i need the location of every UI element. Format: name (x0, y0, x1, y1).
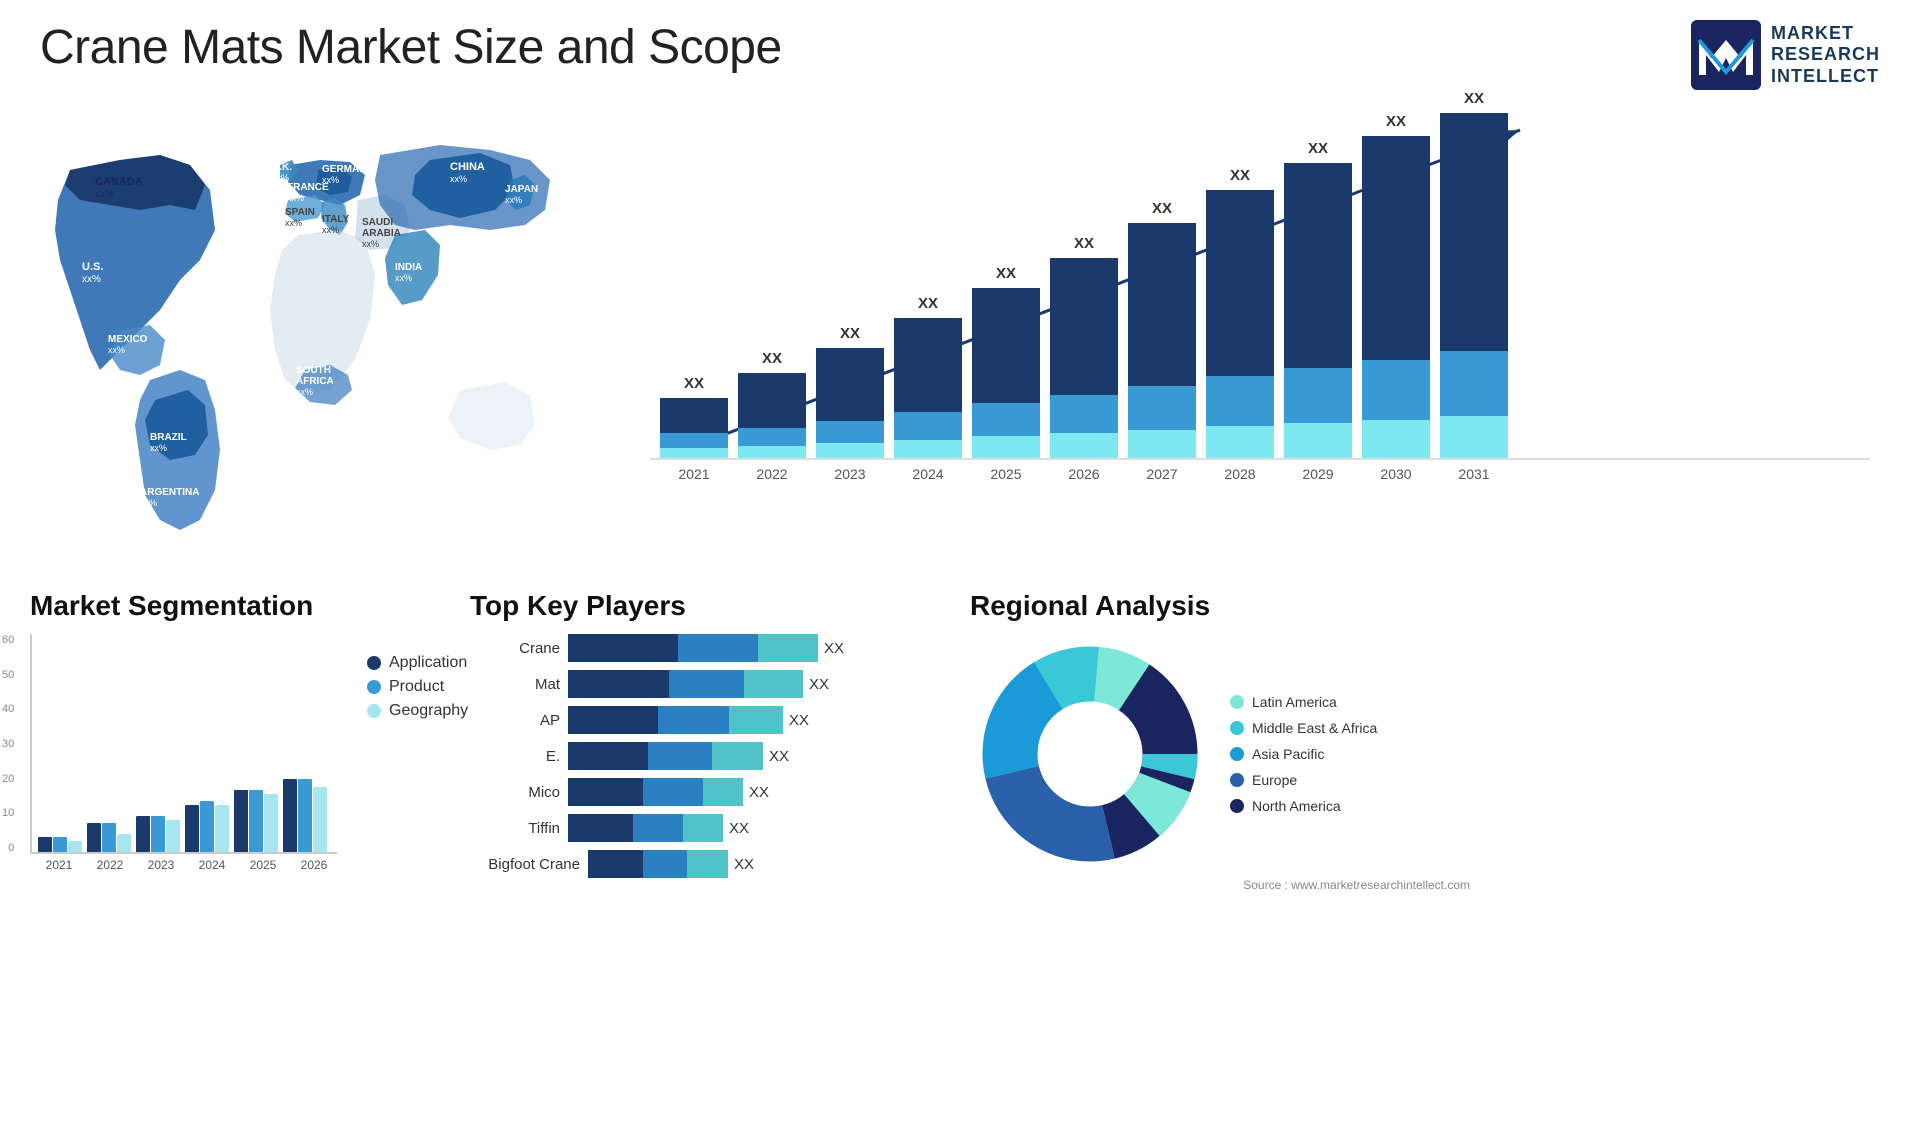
legend-europe: Europe (1230, 772, 1377, 788)
bar-2025: XX (972, 265, 1040, 458)
bar-2022: XX (738, 350, 806, 458)
player-row-mico: Mico XX (470, 778, 950, 806)
seg-group-2022 (87, 823, 131, 852)
bar-2031: XX (1440, 90, 1508, 458)
bar-2021: XX (660, 375, 728, 458)
logo-icon (1691, 20, 1761, 90)
svg-text:GERMANY: GERMANY (322, 164, 373, 175)
legend-product: Product (367, 678, 468, 696)
segmentation-section: Market Segmentation 60 50 40 30 20 10 0 (30, 590, 450, 872)
regional-section: Regional Analysis Latin America (970, 590, 1490, 892)
svg-text:xx%: xx% (287, 193, 304, 203)
player-row-mat: Mat XX (470, 670, 950, 698)
svg-text:xx%: xx% (322, 175, 339, 185)
player-row-e: E. XX (470, 742, 950, 770)
bar-2026: XX (1050, 235, 1118, 458)
main-grid: CANADA xx% U.S. xx% MEXICO xx% BRAZIL xx… (0, 100, 1920, 580)
legend-dot-product (367, 680, 381, 694)
svg-text:AFRICA: AFRICA (296, 376, 334, 387)
donut-legend: Latin America Middle East & Africa Asia … (1230, 694, 1377, 814)
svg-text:BRAZIL: BRAZIL (150, 432, 187, 443)
seg-y-axis: 60 50 40 30 20 10 0 (2, 634, 14, 854)
bar-2024: XX (894, 295, 962, 458)
source-text: Source : www.marketresearchintellect.com (970, 878, 1490, 892)
seg-bar-app (38, 837, 52, 852)
svg-text:ARABIA: ARABIA (362, 228, 401, 239)
svg-text:JAPAN: JAPAN (505, 184, 538, 195)
legend-application: Application (367, 654, 468, 672)
seg-bars (30, 634, 337, 854)
growth-chart-section: XX XX XX (620, 100, 1900, 580)
legend-north-america: North America (1230, 798, 1377, 814)
legend-middle-east-africa: Middle East & Africa (1230, 720, 1377, 736)
legend-geography: Geography (367, 702, 468, 720)
svg-text:xx%: xx% (395, 273, 412, 283)
seg-group-2023 (136, 816, 180, 852)
svg-text:xx%: xx% (150, 443, 167, 453)
svg-text:xx%: xx% (108, 345, 125, 355)
svg-text:xx%: xx% (322, 225, 339, 235)
legend-dot-application (367, 656, 381, 670)
bottom-grid: Market Segmentation 60 50 40 30 20 10 0 (0, 580, 1920, 902)
svg-text:xx%: xx% (450, 174, 467, 184)
svg-text:xx%: xx% (296, 387, 313, 397)
svg-text:SOUTH: SOUTH (296, 365, 331, 376)
seg-legend: Application Product Geography (367, 654, 468, 872)
world-map: CANADA xx% U.S. xx% MEXICO xx% BRAZIL xx… (40, 110, 600, 570)
svg-text:SAUDI: SAUDI (362, 217, 393, 228)
player-row-ap: AP XX (470, 706, 950, 734)
legend-latin-america: Latin America (1230, 694, 1377, 710)
svg-text:xx%: xx% (285, 218, 302, 228)
svg-text:INDIA: INDIA (395, 262, 422, 273)
svg-text:ITALY: ITALY (322, 214, 350, 225)
svg-text:CANADA: CANADA (95, 176, 143, 188)
seg-group-2025 (234, 790, 278, 852)
legend-asia-pacific: Asia Pacific (1230, 746, 1377, 762)
player-row-tiffin: Tiffin XX (470, 814, 950, 842)
svg-text:xx%: xx% (82, 274, 101, 285)
svg-text:SPAIN: SPAIN (285, 207, 315, 218)
svg-text:ARGENTINA: ARGENTINA (140, 487, 199, 498)
svg-text:MEXICO: MEXICO (108, 334, 148, 345)
players-section: Top Key Players Crane XX Mat (470, 590, 950, 886)
donut-chart (970, 634, 1210, 874)
legend-dot-geography (367, 704, 381, 718)
svg-text:xx%: xx% (140, 498, 157, 508)
svg-text:U.K.: U.K. (272, 162, 292, 173)
seg-group-2024 (185, 801, 229, 852)
player-row-bigfoot: Bigfoot Crane XX (470, 850, 950, 878)
segmentation-title: Market Segmentation (30, 590, 450, 622)
svg-text:xx%: xx% (95, 189, 114, 200)
bar-2029: XX (1284, 140, 1352, 458)
donut-container: Latin America Middle East & Africa Asia … (970, 634, 1490, 874)
seg-group-2021 (38, 837, 82, 852)
seg-x-labels: 2021 2022 2023 2024 2025 2026 (30, 858, 337, 872)
logo-text: MARKET RESEARCH INTELLECT (1771, 23, 1880, 88)
players-title: Top Key Players (470, 590, 950, 622)
map-section: CANADA xx% U.S. xx% MEXICO xx% BRAZIL xx… (20, 100, 620, 580)
x-axis-labels: 2021 2022 2023 2024 2025 2026 2027 2028 … (650, 460, 1870, 482)
bar-2030: XX (1362, 113, 1430, 458)
bar-2027: XX (1128, 200, 1196, 458)
svg-text:xx%: xx% (362, 239, 379, 249)
bar-2023: XX (816, 325, 884, 458)
bar-2028: XX (1206, 167, 1274, 458)
svg-text:xx%: xx% (505, 195, 522, 205)
seg-group-2026 (283, 779, 327, 852)
page-title: Crane Mats Market Size and Scope (40, 20, 782, 75)
svg-text:CHINA: CHINA (450, 161, 485, 173)
svg-text:U.S.: U.S. (82, 261, 103, 273)
header: Crane Mats Market Size and Scope MARKET … (0, 0, 1920, 100)
regional-title: Regional Analysis (970, 590, 1490, 622)
logo-area: MARKET RESEARCH INTELLECT (1691, 20, 1880, 90)
player-row-crane: Crane XX (470, 634, 950, 662)
